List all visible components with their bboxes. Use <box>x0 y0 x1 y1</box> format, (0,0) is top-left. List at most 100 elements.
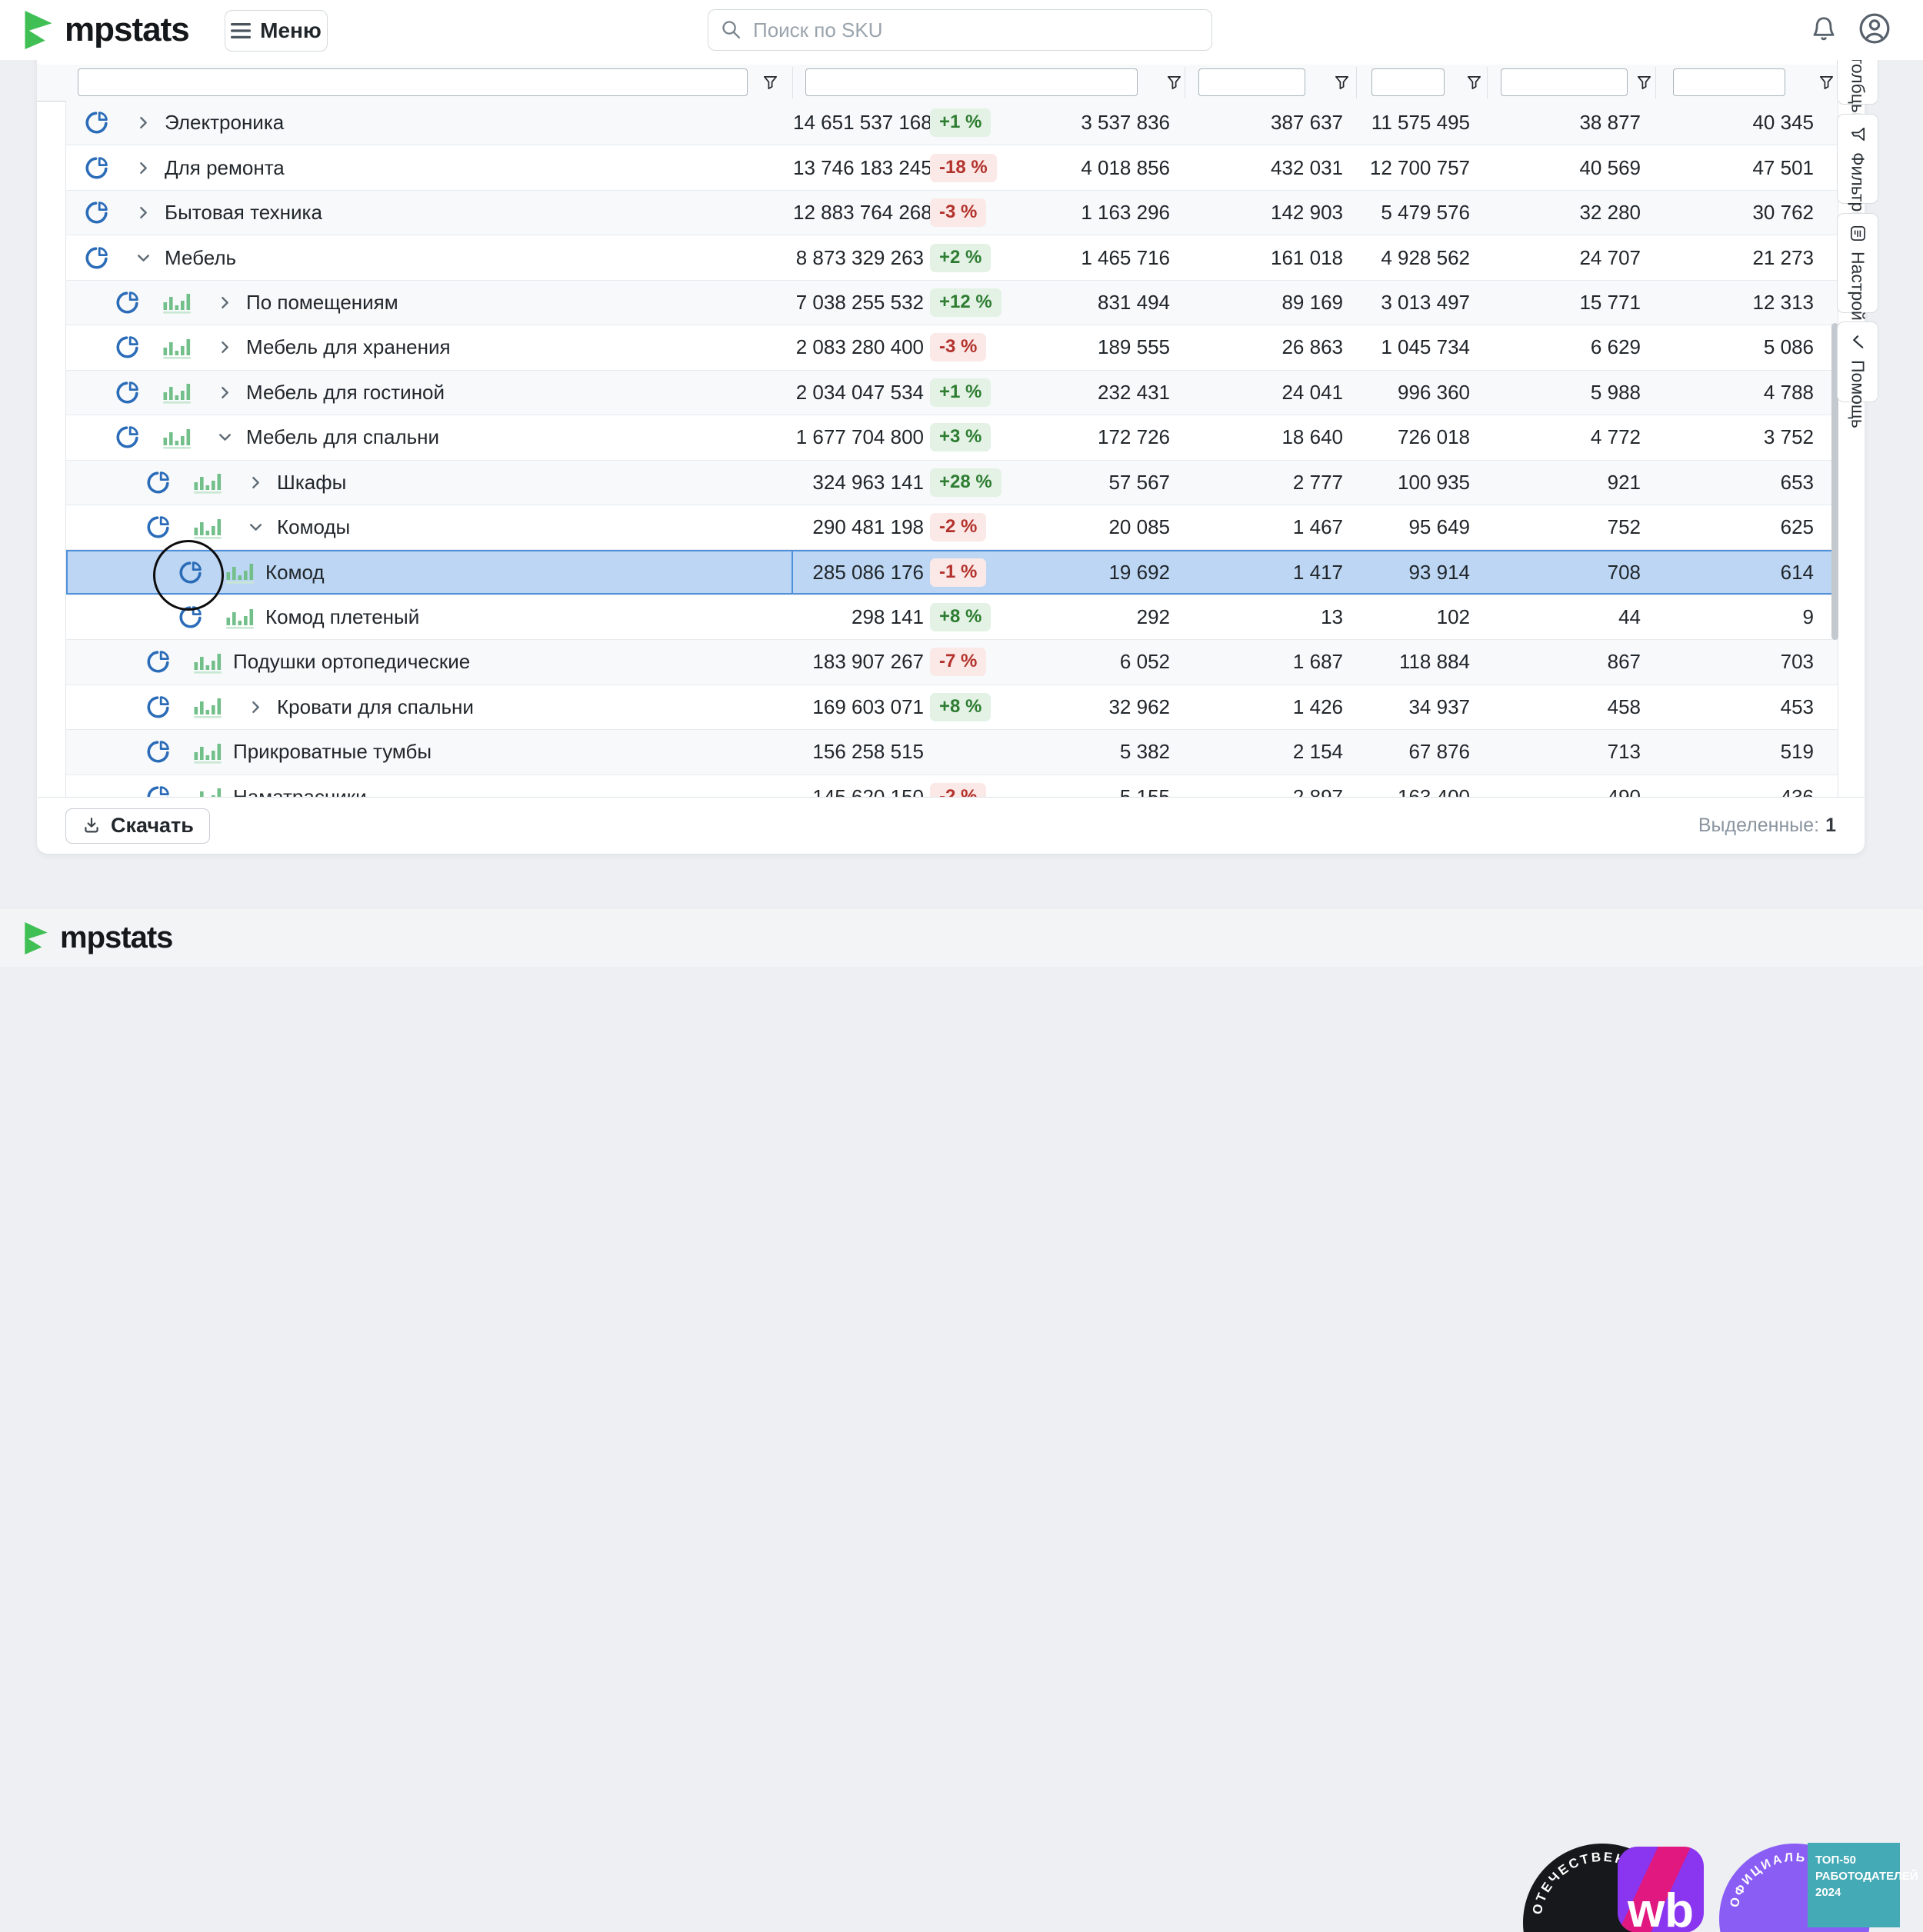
bar-chart-icon[interactable] <box>194 785 222 797</box>
pie-chart-icon[interactable] <box>115 290 140 315</box>
funnel-icon[interactable] <box>1165 74 1183 92</box>
bar-chart-icon[interactable] <box>194 471 222 494</box>
pie-chart-icon[interactable] <box>84 200 109 225</box>
bar-chart-icon[interactable] <box>163 381 191 404</box>
expand-chevron-icon[interactable] <box>248 519 264 535</box>
site-footer: mpstats ОТЕЧЕСТВЕННОЕ wb ОФИЦИАЛЬНЫЙ ТОП… <box>0 908 1923 1932</box>
table-row[interactable]: Наматрасники 145 620 150 -2 % 5 155 2 89… <box>66 775 1838 797</box>
table-row[interactable]: Подушки ортопедические 183 907 267 -7 % … <box>66 640 1838 685</box>
filter-input-col6[interactable] <box>1673 68 1785 96</box>
filter-input-revenue[interactable] <box>805 68 1138 96</box>
category-label[interactable]: Мебель для хранения <box>246 335 451 359</box>
expand-chevron-icon[interactable] <box>217 295 233 311</box>
bar-chart-icon[interactable] <box>194 516 222 539</box>
expand-chevron-icon[interactable] <box>135 250 152 266</box>
filter-input-col5[interactable] <box>1501 68 1628 96</box>
pie-chart-icon[interactable] <box>84 110 109 135</box>
funnel-icon[interactable] <box>1818 74 1835 92</box>
category-label[interactable]: Электроника <box>165 111 284 135</box>
table-row[interactable]: Мебель для хранения 2 083 280 400 -3 % 1… <box>66 325 1838 371</box>
expand-chevron-icon[interactable] <box>135 115 152 131</box>
category-label[interactable]: Прикроватные тумбы <box>233 740 432 764</box>
pie-chart-icon[interactable] <box>145 470 171 495</box>
category-label[interactable]: Мебель для гостиной <box>246 381 445 405</box>
category-label[interactable]: Комод плетеный <box>265 605 419 629</box>
table-row[interactable]: Бытовая техника 12 883 764 268 -3 % 1 16… <box>66 190 1838 236</box>
table-row[interactable]: Кровати для спальни 169 603 071 +8 % 32 … <box>66 685 1838 731</box>
bar-chart-icon[interactable] <box>163 291 191 315</box>
table-row[interactable]: Мебель для гостиной 2 034 047 534 +1 % 2… <box>66 370 1838 416</box>
pie-chart-icon[interactable] <box>178 560 203 585</box>
table-row[interactable]: Комод 285 086 176 -1 % 19 692 1 417 93 9… <box>66 550 1838 595</box>
table-row[interactable]: Комоды 290 481 198 -2 % 20 085 1 467 95 … <box>66 505 1838 551</box>
category-label[interactable]: Шкафы <box>277 471 346 495</box>
menu-button[interactable]: Меню <box>225 10 328 52</box>
funnel-icon[interactable] <box>762 74 779 92</box>
category-label[interactable]: Мебель для спальни <box>246 425 439 449</box>
pie-chart-icon[interactable] <box>115 335 140 360</box>
mpstats-logo-icon <box>25 11 52 49</box>
expand-chevron-icon[interactable] <box>248 475 264 491</box>
tab-help[interactable]: Помощь <box>1837 321 1878 428</box>
table-row[interactable]: Шкафы 324 963 141 +28 % 57 567 2 777 100… <box>66 460 1838 505</box>
brand-logo[interactable]: mpstats <box>23 11 190 49</box>
pie-chart-icon[interactable] <box>145 695 171 720</box>
bar-chart-icon[interactable] <box>163 426 191 449</box>
pie-chart-icon[interactable] <box>84 155 109 181</box>
category-label[interactable]: Мебель <box>165 246 236 270</box>
bar-chart-icon[interactable] <box>194 651 222 674</box>
category-label[interactable]: Бытовая техника <box>165 201 322 225</box>
filter-input-col4[interactable] <box>1371 68 1445 96</box>
funnel-icon[interactable] <box>1333 74 1351 92</box>
metric-cell: 519 <box>1780 740 1814 764</box>
bell-icon[interactable] <box>1809 14 1838 45</box>
category-label[interactable]: Наматрасники <box>233 785 367 797</box>
bar-chart-icon[interactable] <box>226 561 254 584</box>
table-row[interactable]: Мебель для спальни 1 677 704 800 +3 % 17… <box>66 415 1838 461</box>
tab-filters[interactable]: Фильтры <box>1837 114 1878 225</box>
pie-chart-icon[interactable] <box>178 605 203 630</box>
pie-chart-icon[interactable] <box>115 425 140 450</box>
category-label[interactable]: Кровати для спальни <box>277 695 474 719</box>
pie-chart-icon[interactable] <box>145 515 171 540</box>
search-input[interactable] <box>752 17 1199 43</box>
user-icon[interactable] <box>1857 11 1892 46</box>
expand-chevron-icon[interactable] <box>217 339 233 355</box>
pie-chart-icon[interactable] <box>115 380 140 405</box>
table-row[interactable]: Электроника 14 651 537 168 +1 % 3 537 83… <box>66 101 1838 146</box>
pie-chart-icon[interactable] <box>145 739 171 764</box>
expand-chevron-icon[interactable] <box>217 429 233 445</box>
table-footer-bar: Скачать Выделенные: 1 <box>37 797 1865 854</box>
tab-settings[interactable]: Настройки <box>1837 213 1878 338</box>
metric-cell: 6 629 <box>1590 335 1641 359</box>
bar-chart-icon[interactable] <box>226 606 254 629</box>
funnel-icon[interactable] <box>1465 74 1483 92</box>
category-label[interactable]: Для ремонта <box>165 156 285 180</box>
bar-chart-icon[interactable] <box>194 695 222 719</box>
expand-chevron-icon[interactable] <box>217 385 233 401</box>
table-row[interactable]: Для ремонта 13 746 183 245 -18 % 4 018 8… <box>66 145 1838 191</box>
bar-chart-icon[interactable] <box>163 336 191 359</box>
filter-input-category[interactable] <box>78 68 748 96</box>
pie-chart-icon[interactable] <box>145 784 171 797</box>
footer-brand-name: mpstats <box>60 921 173 954</box>
funnel-icon[interactable] <box>1635 74 1653 92</box>
download-button[interactable]: Скачать <box>65 808 210 844</box>
table-row[interactable]: Мебель 8 873 329 263 +2 % 1 465 716 161 … <box>66 235 1838 281</box>
bar-chart-icon[interactable] <box>194 741 222 764</box>
pie-chart-icon[interactable] <box>84 245 109 271</box>
category-label[interactable]: По помещениям <box>246 291 398 315</box>
expand-chevron-icon[interactable] <box>248 699 264 715</box>
filter-input-col3[interactable] <box>1198 68 1305 96</box>
pie-chart-icon[interactable] <box>145 649 171 675</box>
table-row[interactable]: По помещениям 7 038 255 532 +12 % 831 49… <box>66 280 1838 326</box>
expand-chevron-icon[interactable] <box>135 160 152 176</box>
metric-cell: 89 169 <box>1281 290 1343 314</box>
category-label[interactable]: Комоды <box>277 515 350 539</box>
table-row[interactable]: Комод плетеный 298 141 +8 % 292 13 102 4… <box>66 595 1838 641</box>
category-label[interactable]: Комод <box>265 561 325 585</box>
table-row[interactable]: Прикроватные тумбы 156 258 515 5 382 2 1… <box>66 730 1838 775</box>
dynamics-badge: +3 % <box>930 423 991 452</box>
category-label[interactable]: Подушки ортопедические <box>233 650 470 674</box>
expand-chevron-icon[interactable] <box>135 205 152 221</box>
